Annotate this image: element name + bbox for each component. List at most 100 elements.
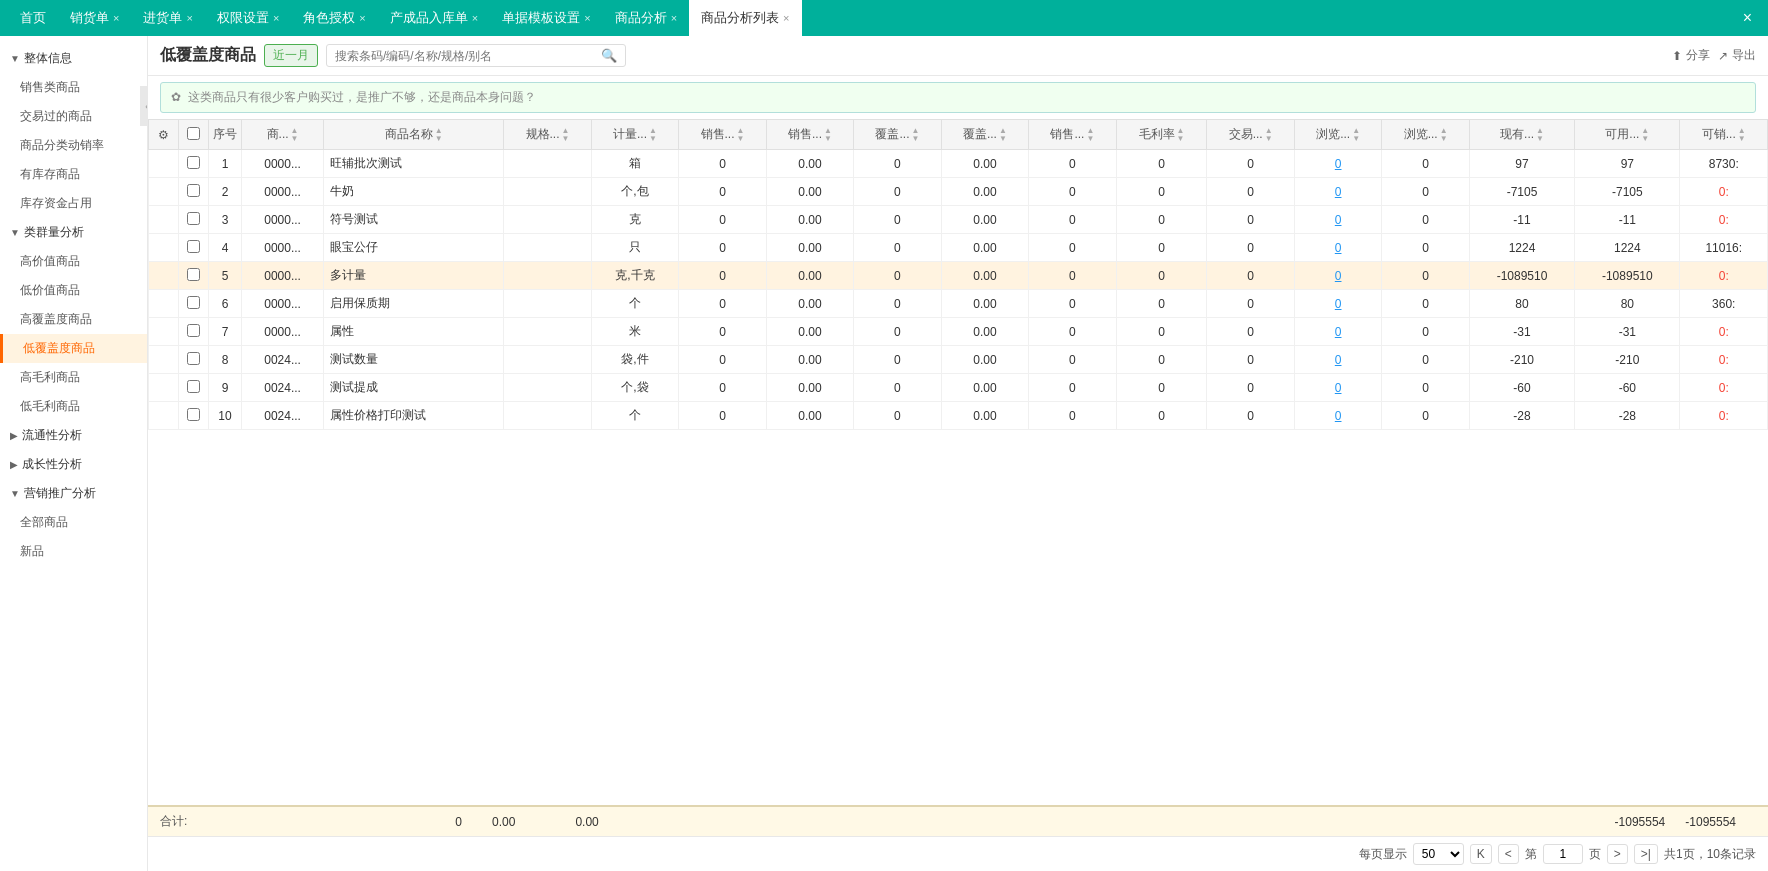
row-checkbox[interactable] bbox=[187, 352, 200, 365]
page-number-input[interactable] bbox=[1543, 844, 1583, 864]
available-column-header[interactable]: 可用...▲▼ bbox=[1575, 120, 1680, 150]
nav-template-settings[interactable]: 单据模板设置 × bbox=[490, 0, 602, 36]
period-button[interactable]: 近一月 bbox=[264, 44, 318, 67]
checkbox-cell[interactable] bbox=[179, 178, 209, 206]
nav-purchase-order[interactable]: 进货单 × bbox=[131, 0, 204, 36]
browse1-cell[interactable]: 0 bbox=[1294, 318, 1381, 346]
sidebar-item-traded-goods[interactable]: 交易过的商品 bbox=[0, 102, 147, 131]
sidebar-item-new-goods[interactable]: 新品 bbox=[0, 537, 147, 566]
row-checkbox[interactable] bbox=[187, 324, 200, 337]
current-stock-column-header[interactable]: 现有...▲▼ bbox=[1469, 120, 1574, 150]
row-checkbox[interactable] bbox=[187, 156, 200, 169]
sidebar-section-marketing[interactable]: ▼ 营销推广分析 bbox=[0, 479, 147, 508]
sidebar-item-stock-capital[interactable]: 库存资金占用 bbox=[0, 189, 147, 218]
share-button[interactable]: ⬆ 分享 bbox=[1672, 47, 1710, 64]
browse1-link[interactable]: 0 bbox=[1335, 157, 1342, 171]
nav-permissions[interactable]: 权限设置 × bbox=[205, 0, 291, 36]
browse1-cell[interactable]: 0 bbox=[1294, 402, 1381, 430]
export-button[interactable]: ↗ 导出 bbox=[1718, 47, 1756, 64]
transaction-column-header[interactable]: 交易...▲▼ bbox=[1207, 120, 1294, 150]
row-checkbox[interactable] bbox=[187, 296, 200, 309]
sidebar-section-liquidity[interactable]: ▶ 流通性分析 bbox=[0, 421, 147, 450]
sidebar-item-low-value[interactable]: 低价值商品 bbox=[0, 276, 147, 305]
sales-amt-column-header[interactable]: 销售...▲▼ bbox=[766, 120, 853, 150]
sidebar-collapse-btn[interactable]: « bbox=[140, 86, 148, 126]
checkbox-cell[interactable] bbox=[179, 346, 209, 374]
nav-close-analysis[interactable]: × bbox=[671, 12, 677, 24]
browse1-cell[interactable]: 0 bbox=[1294, 234, 1381, 262]
sidebar-item-sales-goods[interactable]: 销售类商品 bbox=[0, 73, 147, 102]
nav-close-finished[interactable]: × bbox=[472, 12, 478, 24]
row-checkbox[interactable] bbox=[187, 184, 200, 197]
sidebar-item-low-coverage[interactable]: 低覆盖度商品 bbox=[0, 334, 147, 363]
browse1-link[interactable]: 0 bbox=[1335, 325, 1342, 339]
checkbox-cell[interactable] bbox=[179, 206, 209, 234]
table-container[interactable]: ⚙ 序号 商...▲▼ 商品名称▲▼ 规格...▲▼ 计量...▲▼ 销售...… bbox=[148, 119, 1768, 805]
sidebar-item-stocked-goods[interactable]: 有库存商品 bbox=[0, 160, 147, 189]
browse1-cell[interactable]: 0 bbox=[1294, 374, 1381, 402]
browse1-link[interactable]: 0 bbox=[1335, 297, 1342, 311]
browse1-link[interactable]: 0 bbox=[1335, 353, 1342, 367]
browse1-column-header[interactable]: 浏览...▲▼ bbox=[1294, 120, 1381, 150]
browse1-cell[interactable]: 0 bbox=[1294, 150, 1381, 178]
name-column-header[interactable]: 商品名称▲▼ bbox=[324, 120, 504, 150]
browse1-cell[interactable]: 0 bbox=[1294, 346, 1381, 374]
browse1-cell[interactable]: 0 bbox=[1294, 206, 1381, 234]
nav-close-role[interactable]: × bbox=[359, 12, 365, 24]
checkbox-cell[interactable] bbox=[179, 402, 209, 430]
sidebar-item-low-margin[interactable]: 低毛利商品 bbox=[0, 392, 147, 421]
settings-column-header[interactable]: ⚙ bbox=[149, 120, 179, 150]
row-checkbox[interactable] bbox=[187, 408, 200, 421]
browse1-link[interactable]: 0 bbox=[1335, 269, 1342, 283]
sales3-column-header[interactable]: 销售...▲▼ bbox=[1029, 120, 1116, 150]
sidebar-section-cluster[interactable]: ▼ 类群量分析 bbox=[0, 218, 147, 247]
row-checkbox[interactable] bbox=[187, 212, 200, 225]
row-checkbox[interactable] bbox=[187, 268, 200, 281]
nav-product-analysis[interactable]: 商品分析 × bbox=[603, 0, 689, 36]
code-column-header[interactable]: 商...▲▼ bbox=[242, 120, 324, 150]
checkbox-column-header[interactable] bbox=[179, 120, 209, 150]
nav-home[interactable]: 首页 bbox=[8, 0, 58, 36]
browse1-link[interactable]: 0 bbox=[1335, 241, 1342, 255]
coverage2-column-header[interactable]: 覆盖...▲▼ bbox=[941, 120, 1028, 150]
sidebar-section-growth[interactable]: ▶ 成长性分析 bbox=[0, 450, 147, 479]
browse1-link[interactable]: 0 bbox=[1335, 213, 1342, 227]
select-all-checkbox[interactable] bbox=[187, 127, 200, 140]
nav-finished-goods[interactable]: 产成品入库单 × bbox=[378, 0, 490, 36]
next-page-btn[interactable]: > bbox=[1607, 844, 1628, 864]
last-page-btn[interactable]: >| bbox=[1634, 844, 1658, 864]
checkbox-cell[interactable] bbox=[179, 262, 209, 290]
nav-sales-order[interactable]: 销货单 × bbox=[58, 0, 131, 36]
sellable-column-header[interactable]: 可销...▲▼ bbox=[1680, 120, 1768, 150]
nav-close-purchase[interactable]: × bbox=[186, 12, 192, 24]
nav-close-sales-order[interactable]: × bbox=[113, 12, 119, 24]
search-icon[interactable]: 🔍 bbox=[601, 48, 617, 63]
unit-column-header[interactable]: 计量...▲▼ bbox=[591, 120, 678, 150]
row-checkbox[interactable] bbox=[187, 240, 200, 253]
prev-page-btn[interactable]: < bbox=[1498, 844, 1519, 864]
nav-close-permissions[interactable]: × bbox=[273, 12, 279, 24]
checkbox-cell[interactable] bbox=[179, 374, 209, 402]
window-close-btn[interactable]: × bbox=[1735, 9, 1760, 27]
browse1-link[interactable]: 0 bbox=[1335, 381, 1342, 395]
first-page-btn[interactable]: K bbox=[1470, 844, 1492, 864]
browse1-cell[interactable]: 0 bbox=[1294, 178, 1381, 206]
browse1-link[interactable]: 0 bbox=[1335, 185, 1342, 199]
checkbox-cell[interactable] bbox=[179, 234, 209, 262]
nav-role-auth[interactable]: 角色授权 × bbox=[291, 0, 377, 36]
nav-close-template[interactable]: × bbox=[584, 12, 590, 24]
sidebar-item-all-goods[interactable]: 全部商品 bbox=[0, 508, 147, 537]
row-checkbox[interactable] bbox=[187, 380, 200, 393]
sidebar-item-high-margin[interactable]: 高毛利商品 bbox=[0, 363, 147, 392]
browse1-cell[interactable]: 0 bbox=[1294, 262, 1381, 290]
browse1-link[interactable]: 0 bbox=[1335, 409, 1342, 423]
sidebar-item-high-coverage[interactable]: 高覆盖度商品 bbox=[0, 305, 147, 334]
checkbox-cell[interactable] bbox=[179, 318, 209, 346]
sidebar-section-overall[interactable]: ▼ 整体信息 bbox=[0, 44, 147, 73]
browse2-column-header[interactable]: 浏览...▲▼ bbox=[1382, 120, 1469, 150]
coverage1-column-header[interactable]: 覆盖...▲▼ bbox=[854, 120, 941, 150]
sales-qty-column-header[interactable]: 销售...▲▼ bbox=[679, 120, 766, 150]
gross-rate-column-header[interactable]: 毛利率▲▼ bbox=[1116, 120, 1207, 150]
nav-product-analysis-list[interactable]: 商品分析列表 × bbox=[689, 0, 801, 36]
checkbox-cell[interactable] bbox=[179, 150, 209, 178]
